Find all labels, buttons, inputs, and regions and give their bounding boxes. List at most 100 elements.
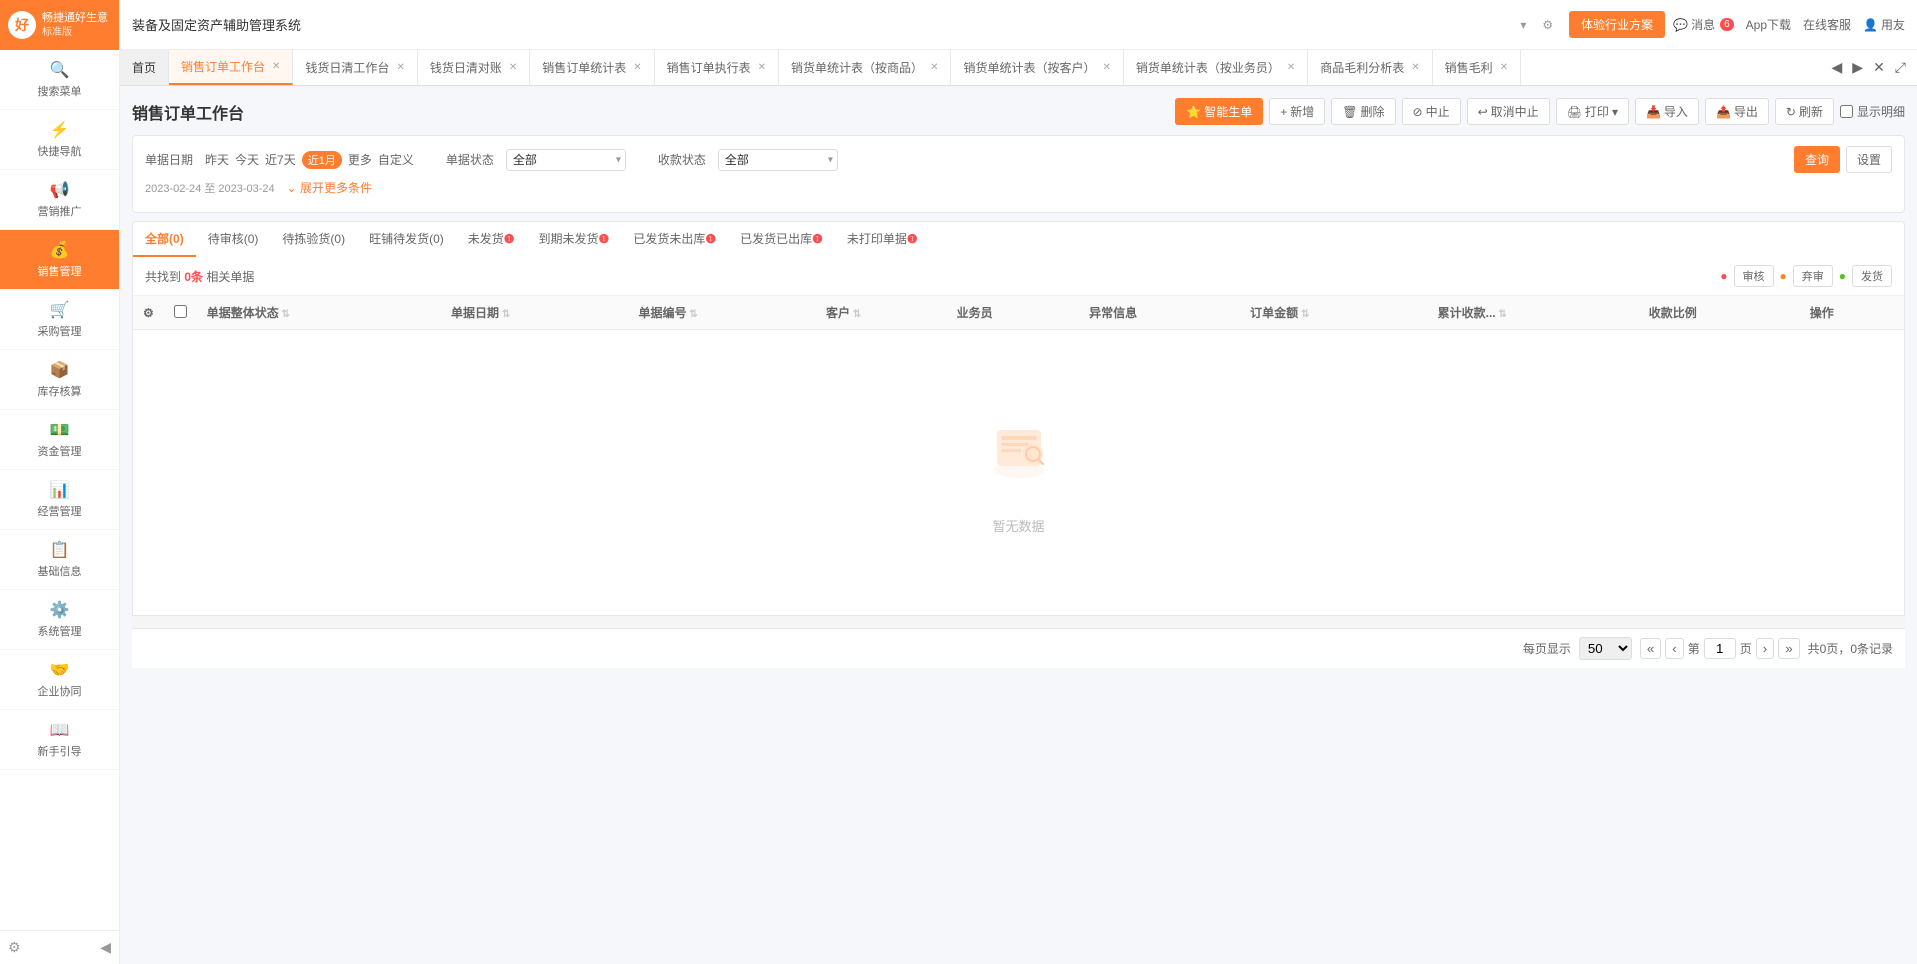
subtab-pending-audit[interactable]: 待审核(0) — [196, 222, 271, 257]
date-shortcuts: 昨天 今天 近7天 近1月 更多 自定义 — [205, 151, 414, 169]
subtab-pending-inspect[interactable]: 待拣验货(0) — [270, 222, 357, 257]
tab-next-icon[interactable]: ▶ — [1847, 57, 1868, 78]
tab-close-icon[interactable]: ✕ — [272, 61, 280, 72]
page-last-btn[interactable]: » — [1778, 638, 1799, 659]
sidebar-item-guide[interactable]: 📖新手引导 — [0, 710, 119, 770]
page-first-btn[interactable]: « — [1640, 638, 1661, 659]
tab-sales-goods[interactable]: 销货单统计表（按商品） ✕ — [779, 50, 951, 85]
print-button[interactable]: 🖨 打印 ▾ — [1556, 98, 1629, 125]
delete-button[interactable]: 🗑 删除 — [1331, 98, 1395, 125]
shortcut-more[interactable]: 更多 — [348, 151, 372, 168]
tab-close-icon[interactable]: ✕ — [930, 62, 938, 73]
tab-sales-exec[interactable]: 销售订单执行表 ✕ — [655, 50, 779, 85]
tab-close-icon[interactable]: ✕ — [509, 62, 517, 73]
subtab-unprinted[interactable]: 未打印单据❶ — [835, 222, 930, 257]
solution-button[interactable]: 体验行业方案 — [1569, 11, 1665, 38]
sidebar-item-inventory[interactable]: 📦库存核算 — [0, 350, 119, 410]
tab-close-all-icon[interactable]: ✕ — [1868, 57, 1890, 78]
tab-sales-customer[interactable]: 销货单统计表（按客户） ✕ — [951, 50, 1123, 85]
display-detail-label[interactable]: 显示明细 — [1840, 103, 1905, 120]
page-prev-btn[interactable]: ‹ — [1665, 638, 1683, 659]
add-button[interactable]: + 新增 — [1269, 98, 1325, 125]
smart-create-button[interactable]: ⭐ 智能生单 — [1175, 98, 1263, 125]
tab-maximize-icon[interactable]: ⤢ — [1890, 57, 1911, 78]
subtab-shipped-not-out[interactable]: 已发货未出库❶ — [621, 222, 728, 257]
subtab-shop-pending[interactable]: 旺铺待发货(0) — [357, 222, 456, 257]
tab-money-clear[interactable]: 钱货日清工作台 ✕ — [293, 50, 417, 85]
online-service-link[interactable]: 在线客服 — [1803, 16, 1851, 33]
audit-btn[interactable]: 审核 — [1734, 265, 1774, 287]
export-button[interactable]: 📤 导出 — [1705, 98, 1769, 125]
shortcut-7days[interactable]: 近7天 — [265, 151, 296, 168]
payment-select[interactable]: 全部 — [718, 149, 838, 171]
shortcut-1month[interactable]: 近1月 — [302, 151, 342, 169]
tab-close-icon[interactable]: ✕ — [758, 62, 766, 73]
revoke-btn[interactable]: 弃审 — [1793, 265, 1833, 287]
shortcut-custom[interactable]: 自定义 — [378, 151, 414, 168]
tab-money-account[interactable]: 钱货日清对账 ✕ — [418, 50, 530, 85]
setting-button[interactable]: 设置 — [1846, 146, 1892, 173]
ship-btn[interactable]: 发货 — [1852, 265, 1892, 287]
sidebar-item-search[interactable]: 🔍搜索菜单 — [0, 50, 119, 110]
sidebar-item-base-info[interactable]: 📋基础信息 — [0, 530, 119, 590]
tab-close-icon[interactable]: ✕ — [633, 62, 641, 73]
sidebar-item-enterprise[interactable]: 🤝企业协同 — [0, 650, 119, 710]
col-date[interactable]: 单据日期 — [441, 296, 628, 330]
message-link[interactable]: 💬 消息6 — [1673, 16, 1734, 33]
subtab-overdue-unshipped[interactable]: 到期未发货❶ — [527, 222, 622, 257]
expand-filter-btn[interactable]: ⌄ 展开更多条件 — [287, 179, 372, 196]
refresh-button[interactable]: ↻ 刷新 — [1775, 98, 1834, 125]
col-status[interactable]: 单据整体状态 — [197, 296, 441, 330]
sidebar-item-operations[interactable]: 📊经营管理 — [0, 470, 119, 530]
sidebar-item-finance[interactable]: 💵资金管理 — [0, 410, 119, 470]
sidebar-item-label: 销售管理 — [38, 263, 82, 279]
shortcut-today[interactable]: 今天 — [235, 151, 259, 168]
app-download-link[interactable]: App下载 — [1746, 16, 1791, 33]
cancel-stop-button[interactable]: ↩ 取消中止 — [1467, 98, 1550, 125]
per-page-select[interactable]: 10 20 50 100 — [1579, 637, 1632, 660]
sidebar-item-purchase[interactable]: 🛒采购管理 — [0, 290, 119, 350]
tab-close-icon[interactable]: ✕ — [1102, 62, 1110, 73]
page-next-btn[interactable]: › — [1756, 638, 1774, 659]
tab-close-icon[interactable]: ✕ — [1411, 62, 1419, 73]
tab-close-icon[interactable]: ✕ — [1500, 62, 1508, 73]
status-select[interactable]: 全部 — [506, 149, 626, 171]
subtab-unshipped[interactable]: 未发货❶ — [456, 222, 527, 257]
query-button[interactable]: 查询 — [1794, 146, 1840, 173]
display-detail-checkbox[interactable] — [1840, 105, 1853, 118]
dropdown-icon[interactable]: ▾ — [1520, 18, 1526, 32]
col-settings: ⚙ — [133, 296, 164, 330]
settings-icon[interactable]: ⚙ — [8, 939, 21, 956]
tab-sales-workbench[interactable]: 销售订单工作台 ✕ — [169, 50, 293, 85]
user-menu[interactable]: 👤 用友 — [1863, 16, 1905, 33]
select-all-checkbox[interactable] — [174, 305, 187, 318]
tab-prev-icon[interactable]: ◀ — [1827, 57, 1848, 78]
col-amount[interactable]: 订单金额 — [1240, 296, 1427, 330]
sidebar-item-sales[interactable]: 💰销售管理 — [0, 230, 119, 290]
sidebar-item-system[interactable]: ⚙️系统管理 — [0, 590, 119, 650]
tab-close-icon[interactable]: ✕ — [396, 62, 404, 73]
gear-icon[interactable]: ⚙ — [1542, 18, 1553, 32]
filter-row-1: 单据日期 昨天 今天 近7天 近1月 更多 自定义 单据状态 全部 收款状态 — [145, 146, 1892, 173]
tab-sales-staff[interactable]: 销货单统计表（按业务员） ✕ — [1124, 50, 1308, 85]
sidebar-item-marketing[interactable]: 📢营销推广 — [0, 170, 119, 230]
subtab-shipped-out[interactable]: 已发货已出库❶ — [728, 222, 835, 257]
bottom-scrollbar[interactable] — [132, 616, 1905, 628]
stop-button[interactable]: ⊘ 中止 — [1402, 98, 1461, 125]
col-customer[interactable]: 客户 — [816, 296, 947, 330]
tab-home[interactable]: 首页 — [120, 50, 169, 85]
tab-sales-stats[interactable]: 销售订单统计表 ✕ — [530, 50, 654, 85]
col-accumulated[interactable]: 累计收款... — [1428, 296, 1639, 330]
tab-sales-gross[interactable]: 销售毛利 ✕ — [1433, 50, 1521, 85]
quick-nav-icon: ⚡ — [50, 120, 70, 140]
sidebar-item-quick-nav[interactable]: ⚡快捷导航 — [0, 110, 119, 170]
import-button[interactable]: 📥 导入 — [1635, 98, 1699, 125]
tab-gross-profit[interactable]: 商品毛利分析表 ✕ — [1308, 50, 1432, 85]
col-staff: 业务员 — [947, 296, 1080, 330]
tab-close-icon[interactable]: ✕ — [1287, 62, 1295, 73]
col-number[interactable]: 单据编号 — [628, 296, 815, 330]
subtab-all[interactable]: 全部(0) — [133, 222, 196, 257]
collapse-icon[interactable]: ◀ — [100, 939, 111, 956]
page-number-input[interactable] — [1704, 638, 1736, 659]
shortcut-yesterday[interactable]: 昨天 — [205, 151, 229, 168]
